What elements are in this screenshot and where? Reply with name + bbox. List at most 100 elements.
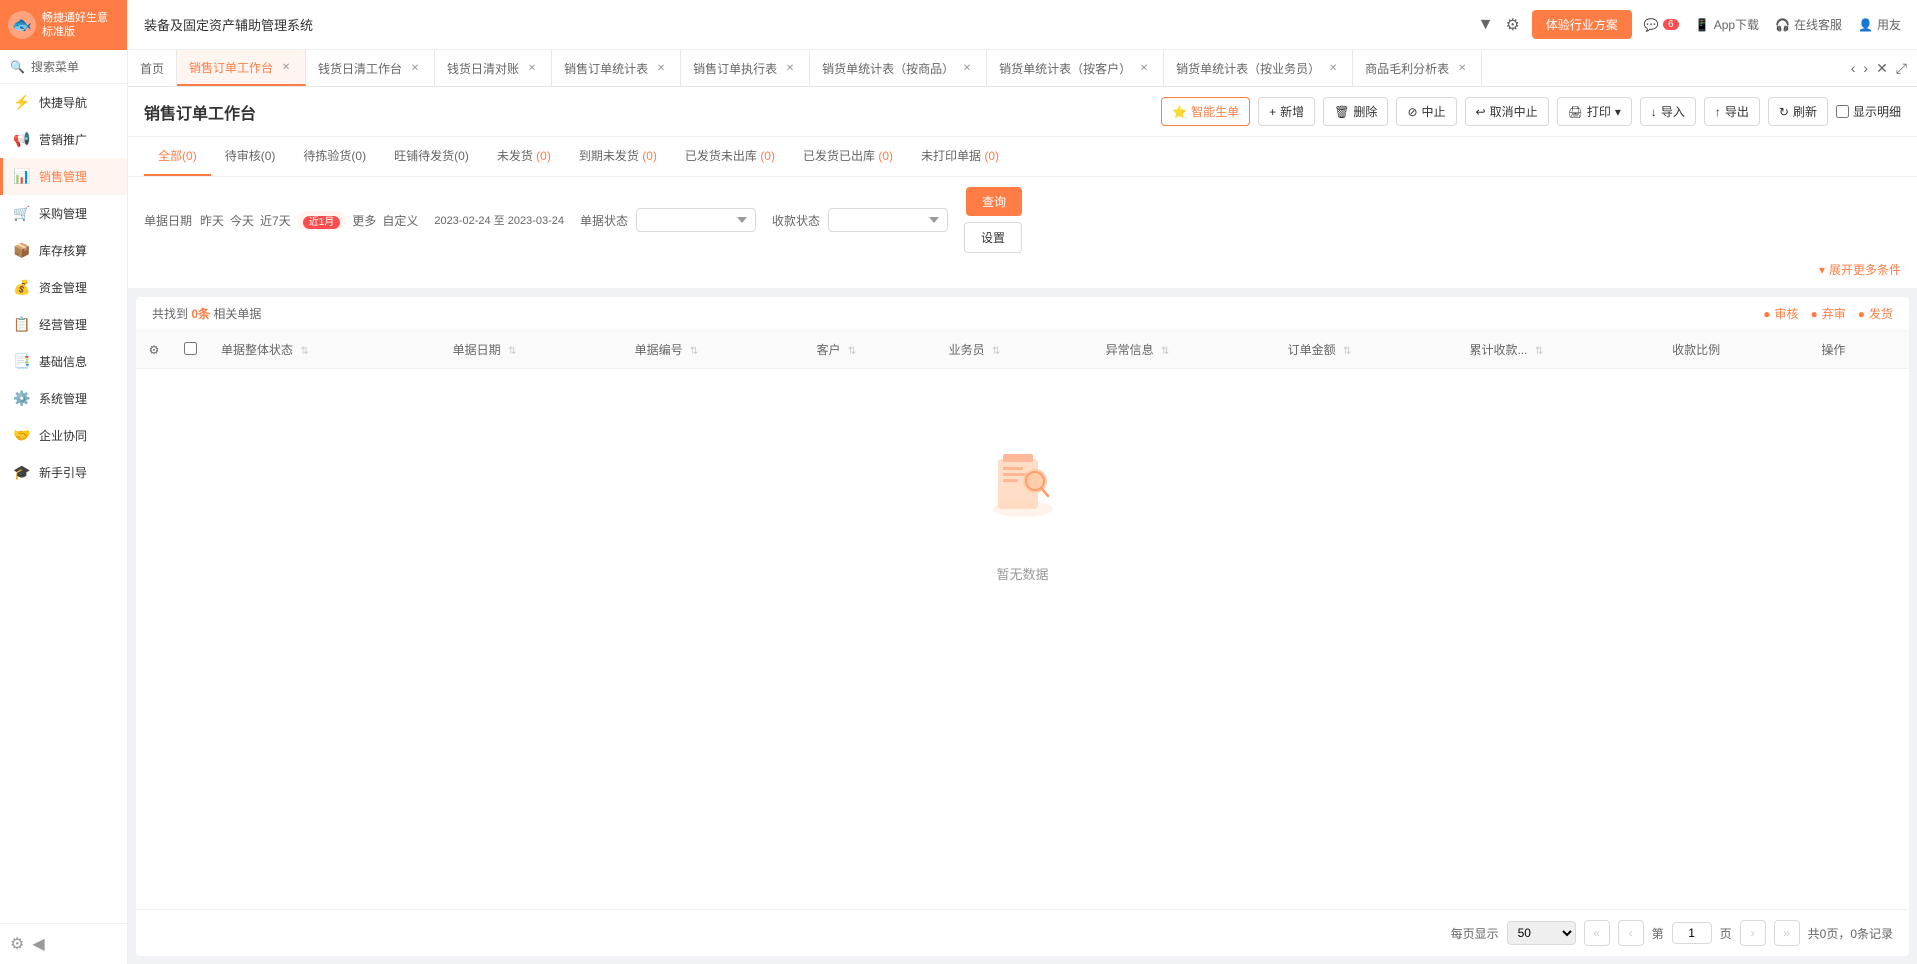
subtab-pending-inspect[interactable]: 待拣验货(0) [289, 137, 380, 176]
page-header: 销售订单工作台 ⭐ 智能生单 + 新增 🗑 删除 ⊘ 中止 [128, 87, 1917, 137]
collapse-icon[interactable]: ◀ [32, 934, 44, 954]
sidebar-item-basic-info[interactable]: 📑 基础信息 [0, 343, 127, 380]
smart-create-button[interactable]: ⭐ 智能生单 [1161, 97, 1250, 126]
tab-sales-stats[interactable]: 销售订单统计表 ✕ [552, 50, 681, 86]
tab-sales-summary-staff[interactable]: 销货单统计表（按业务员） ✕ [1164, 50, 1353, 86]
tab-prev-btn[interactable]: ‹ [1849, 58, 1858, 78]
status-select[interactable] [636, 208, 756, 232]
settings-bottom-icon[interactable]: ⚙ [10, 934, 24, 954]
next-page-btn[interactable]: › [1740, 920, 1766, 946]
cancel-stop-button[interactable]: ↩ 取消中止 [1465, 97, 1549, 126]
sidebar-item-system[interactable]: ⚙️ 系统管理 [0, 380, 127, 417]
subtab-not-shipped[interactable]: 未发货 (0) [483, 137, 565, 176]
show-detail-input[interactable] [1836, 105, 1849, 118]
revoke-action-btn[interactable]: ● 弃审 [1810, 305, 1845, 322]
date-opt-custom[interactable]: 自定义 [382, 212, 418, 229]
set-button[interactable]: 设置 [964, 222, 1022, 253]
date-opt-more[interactable]: 更多 [352, 212, 376, 229]
import-button[interactable]: ↓ 导入 [1640, 97, 1696, 126]
subtab-shipped-not-warehoused[interactable]: 已发货未出库 (0) [671, 137, 789, 176]
header-settings-icon[interactable]: ▼ [1478, 16, 1494, 34]
user-btn[interactable]: 👤 用友 [1858, 16, 1901, 33]
last-page-btn[interactable]: » [1774, 920, 1800, 946]
tab-next-btn[interactable]: › [1861, 58, 1870, 78]
app-download-btn[interactable]: 📱 App下载 [1695, 16, 1759, 33]
refresh-button[interactable]: ↻ 刷新 [1768, 97, 1828, 126]
prev-page-btn[interactable]: ‹ [1618, 920, 1644, 946]
main-area: 装备及固定资产辅助管理系统 ▼ ⚙ 体验行业方案 💬 6 📱 App下载 🎧 在… [128, 0, 1917, 964]
sidebar-item-finance[interactable]: 💰 资金管理 [0, 269, 127, 306]
sort-date-icon[interactable]: ⇅ [508, 346, 516, 357]
ship-action-btn[interactable]: ● 发货 [1858, 305, 1893, 322]
header-config-icon[interactable]: ⚙ [1505, 15, 1519, 35]
delete-button[interactable]: 🗑 删除 [1323, 97, 1388, 126]
sidebar-item-marketing[interactable]: 📢 营销推广 [0, 121, 127, 158]
audit-action-btn[interactable]: ● 审核 [1763, 305, 1798, 322]
sidebar-item-inventory[interactable]: 📦 库存核算 [0, 232, 127, 269]
date-opt-7days[interactable]: 近7天 [260, 212, 291, 229]
sidebar-item-operations[interactable]: 📋 经营管理 [0, 306, 127, 343]
sort-abnormal-icon[interactable]: ⇅ [1161, 346, 1169, 357]
tab-close-cash-reconcile[interactable]: ✕ [525, 61, 539, 75]
col-checkbox [172, 331, 209, 369]
message-btn[interactable]: 💬 6 [1644, 18, 1679, 32]
search-menu[interactable]: 🔍 搜索菜单 [0, 50, 127, 84]
tab-sales-workbench[interactable]: 销售订单工作台 ✕ [177, 50, 306, 86]
tab-home[interactable]: 首页 [128, 50, 177, 86]
tab-close-customer[interactable]: ✕ [1137, 61, 1151, 75]
expand-filter-btn[interactable]: ▾ 展开更多条件 [1819, 261, 1901, 278]
sidebar-item-sales[interactable]: 📊 销售管理 [0, 158, 127, 195]
tab-close-cash-daily[interactable]: ✕ [408, 61, 422, 75]
sort-customer-icon[interactable]: ⇅ [848, 346, 856, 357]
tab-close-staff[interactable]: ✕ [1326, 61, 1340, 75]
sort-amount-icon[interactable]: ⇅ [1343, 346, 1351, 357]
subtab-wangpu[interactable]: 旺铺待发货(0) [380, 137, 483, 176]
tab-sales-summary-product[interactable]: 销货单统计表（按商品） ✕ [810, 50, 987, 86]
subtab-not-printed[interactable]: 未打印单据 (0) [907, 137, 1013, 176]
subtab-pending-review[interactable]: 待审核(0) [211, 137, 290, 176]
page-input[interactable]: 1 [1672, 922, 1712, 944]
date-opt-1month[interactable]: 近1月 [297, 211, 347, 230]
experience-button[interactable]: 体验行业方案 [1532, 10, 1632, 39]
show-detail-checkbox[interactable]: 显示明细 [1836, 103, 1901, 120]
sort-number-icon[interactable]: ⇅ [690, 346, 698, 357]
tab-close-gross-profit[interactable]: ✕ [1455, 61, 1469, 75]
date-opt-yesterday[interactable]: 昨天 [200, 212, 224, 229]
system-icon: ⚙️ [13, 390, 31, 407]
tab-close-sales-workbench[interactable]: ✕ [279, 60, 293, 74]
tab-maximize-btn[interactable]: ⤢ [1894, 58, 1909, 79]
sort-status-icon[interactable]: ⇅ [300, 346, 308, 357]
delete-icon: 🗑 [1334, 105, 1349, 119]
sidebar-item-guide[interactable]: 🎓 新手引导 [0, 454, 127, 491]
tab-gross-profit[interactable]: 商品毛利分析表 ✕ [1353, 50, 1482, 86]
tab-cash-daily[interactable]: 钱货日清工作台 ✕ [306, 50, 435, 86]
tab-close-sales-exec[interactable]: ✕ [783, 61, 797, 75]
add-button[interactable]: + 新增 [1258, 97, 1315, 126]
col-settings-icon[interactable]: ⚙ [149, 343, 160, 357]
select-all-checkbox[interactable] [184, 342, 197, 355]
tab-sales-exec[interactable]: 销售订单执行表 ✕ [681, 50, 810, 86]
sort-received-icon[interactable]: ⇅ [1535, 346, 1543, 357]
sort-staff-icon[interactable]: ⇅ [992, 346, 1000, 357]
sidebar-item-purchase[interactable]: 🛒 采购管理 [0, 195, 127, 232]
stop-button[interactable]: ⊘ 中止 [1396, 97, 1456, 126]
subtab-all[interactable]: 全部(0) [144, 137, 211, 176]
payment-select[interactable] [828, 208, 948, 232]
marketing-icon: 📢 [13, 131, 31, 148]
tab-sales-summary-customer[interactable]: 销货单统计表（按客户） ✕ [987, 50, 1164, 86]
per-page-select[interactable]: 50 10 20 100 [1507, 921, 1576, 945]
print-button[interactable]: 🖨 打印 ▾ [1557, 97, 1632, 126]
sidebar-item-enterprise[interactable]: 🤝 企业协同 [0, 417, 127, 454]
export-button[interactable]: ↑ 导出 [1704, 97, 1760, 126]
online-service-btn[interactable]: 🎧 在线客服 [1775, 16, 1842, 33]
tab-close-all-btn[interactable]: ✕ [1874, 58, 1890, 79]
date-opt-today[interactable]: 今天 [230, 212, 254, 229]
sidebar-item-quick-nav[interactable]: ⚡ 快捷导航 [0, 84, 127, 121]
tab-close-sales-stats[interactable]: ✕ [654, 61, 668, 75]
subtab-shipped-warehoused[interactable]: 已发货已出库 (0) [789, 137, 907, 176]
subtab-overdue[interactable]: 到期未发货 (0) [565, 137, 671, 176]
tab-close-product[interactable]: ✕ [960, 61, 974, 75]
tab-cash-reconcile[interactable]: 钱货日清对账 ✕ [435, 50, 552, 86]
first-page-btn[interactable]: « [1584, 920, 1610, 946]
query-button[interactable]: 查询 [966, 187, 1022, 216]
